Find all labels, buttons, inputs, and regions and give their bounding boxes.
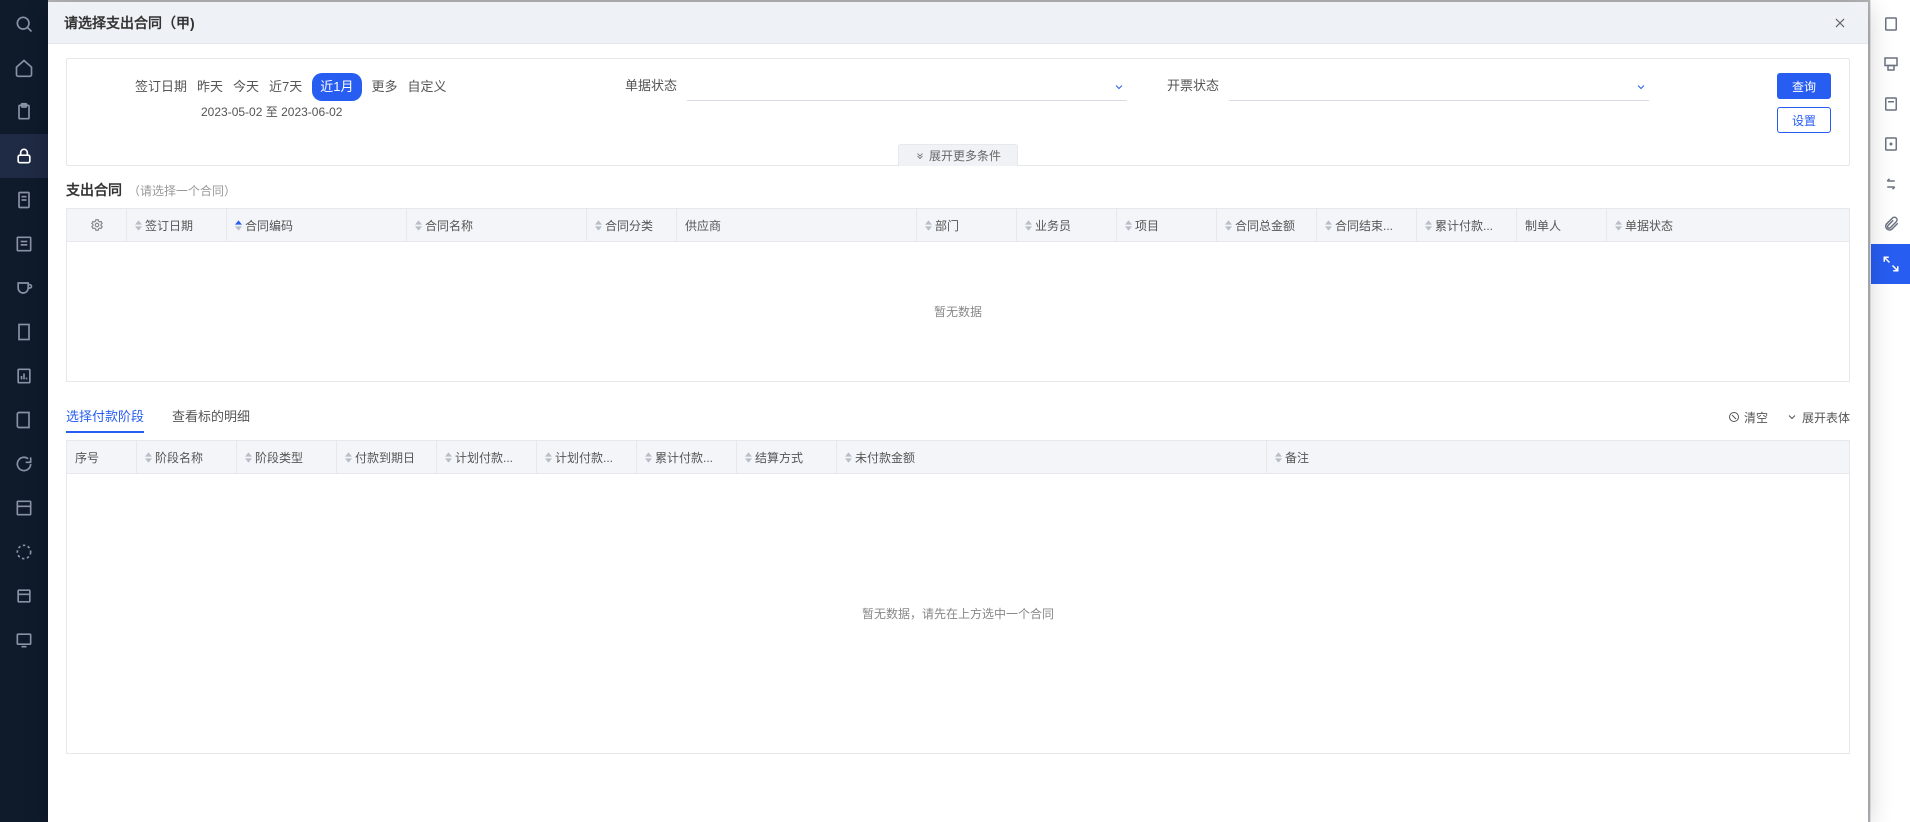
th-paid-total[interactable]: 累计付款... bbox=[1417, 209, 1517, 241]
contract-table: 签订日期 合同编码 合同名称 合同分类 供应商 部门 业务员 项目 合同总金额 … bbox=[66, 208, 1850, 382]
filter-invoice-label: 开票状态 bbox=[1167, 73, 1219, 99]
rail-switch-icon[interactable] bbox=[1871, 164, 1910, 204]
th-contract-name[interactable]: 合同名称 bbox=[407, 209, 587, 241]
detail-tabs-row: 选择付款阶段 查看标的明细 清空 展开表体 bbox=[66, 400, 1850, 434]
th2-index[interactable]: 序号 bbox=[67, 441, 137, 473]
section-title-text: 支出合同 bbox=[66, 180, 122, 200]
th-project[interactable]: 项目 bbox=[1117, 209, 1217, 241]
stage-table-empty: 暂无数据，请先在上方选中一个合同 bbox=[66, 474, 1850, 754]
sort-icon bbox=[135, 220, 142, 231]
status-select[interactable] bbox=[687, 73, 1127, 101]
close-icon bbox=[1833, 16, 1847, 30]
sidebar-list-icon[interactable] bbox=[0, 222, 48, 266]
contract-table-empty: 暂无数据 bbox=[66, 242, 1850, 382]
th2-plan-pay1[interactable]: 计划付款... bbox=[437, 441, 537, 473]
rail-import-icon[interactable] bbox=[1871, 44, 1910, 84]
th2-unpaid[interactable]: 未付款金额 bbox=[837, 441, 1267, 473]
filter-date-label: 签订日期 bbox=[135, 74, 187, 100]
sidebar-home-icon[interactable] bbox=[0, 46, 48, 90]
th2-stage-type[interactable]: 阶段类型 bbox=[237, 441, 337, 473]
sidebar-book-icon[interactable] bbox=[0, 398, 48, 442]
app-right-rail bbox=[1870, 0, 1910, 822]
date-quick-more[interactable]: 更多 bbox=[372, 74, 398, 100]
date-quick-yesterday[interactable]: 昨天 bbox=[197, 74, 223, 100]
sidebar-cup-icon[interactable] bbox=[0, 266, 48, 310]
modal-close-button[interactable] bbox=[1828, 11, 1852, 35]
invoice-select[interactable] bbox=[1229, 73, 1649, 101]
th2-settlement[interactable]: 结算方式 bbox=[737, 441, 837, 473]
sidebar-report-icon[interactable] bbox=[0, 354, 48, 398]
th2-plan-pay2[interactable]: 计划付款... bbox=[537, 441, 637, 473]
sidebar-lock-icon[interactable] bbox=[0, 134, 48, 178]
date-quick-1m[interactable]: 近1月 bbox=[312, 73, 361, 101]
sidebar-tv-icon[interactable] bbox=[0, 618, 48, 662]
sidebar-cycle-icon[interactable] bbox=[0, 530, 48, 574]
rail-rule-icon[interactable] bbox=[1871, 84, 1910, 124]
date-range-sep: 至 bbox=[266, 105, 278, 119]
sidebar-search-icon[interactable] bbox=[0, 2, 48, 46]
sidebar-refresh-icon[interactable] bbox=[0, 442, 48, 486]
date-range-to: 2023-06-02 bbox=[281, 105, 342, 119]
filter-panel: 签订日期 昨天 今天 近7天 近1月 更多 自定义 2023-05- bbox=[66, 58, 1850, 166]
double-chevron-down-icon bbox=[915, 151, 925, 161]
date-quick-custom[interactable]: 自定义 bbox=[408, 74, 447, 100]
app-left-sidebar bbox=[0, 0, 48, 822]
section-title-hint: （请选择一个合同） bbox=[128, 182, 236, 199]
th2-remark[interactable]: 备注 bbox=[1267, 441, 1849, 473]
sidebar-folder-icon[interactable] bbox=[0, 574, 48, 618]
rail-template-icon[interactable] bbox=[1871, 4, 1910, 44]
date-quick-7d[interactable]: 近7天 bbox=[269, 74, 302, 100]
sidebar-stats-icon[interactable] bbox=[0, 486, 48, 530]
tab-subject-detail[interactable]: 查看标的明细 bbox=[172, 400, 250, 433]
date-quick-picks: 昨天 今天 近7天 近1月 更多 自定义 bbox=[197, 73, 447, 101]
stage-table-head: 序号 阶段名称 阶段类型 付款到期日 计划付款... 计划付款... 累计付款.… bbox=[66, 440, 1850, 474]
th2-stage-name[interactable]: 阶段名称 bbox=[137, 441, 237, 473]
th-department[interactable]: 部门 bbox=[917, 209, 1017, 241]
th-creator[interactable]: 制单人 bbox=[1517, 209, 1607, 241]
expand-more-filters[interactable]: 展开更多条件 bbox=[898, 144, 1018, 166]
th2-paid-total[interactable]: 累计付款... bbox=[637, 441, 737, 473]
th-doc-status[interactable]: 单据状态 bbox=[1607, 209, 1849, 241]
th-supplier[interactable]: 供应商 bbox=[677, 209, 917, 241]
date-range-from: 2023-05-02 bbox=[201, 105, 262, 119]
column-settings[interactable] bbox=[67, 209, 127, 241]
rail-more-icon[interactable] bbox=[1871, 124, 1910, 164]
gear-icon bbox=[90, 218, 104, 232]
query-button[interactable]: 查询 bbox=[1777, 73, 1831, 99]
th2-due-date[interactable]: 付款到期日 bbox=[337, 441, 437, 473]
modal-header: 请选择支出合同（甲) bbox=[48, 2, 1868, 44]
date-quick-today[interactable]: 今天 bbox=[233, 74, 259, 100]
th-total-amount[interactable]: 合同总金额 bbox=[1217, 209, 1317, 241]
chevron-down-icon bbox=[1786, 411, 1798, 423]
clear-button[interactable]: 清空 bbox=[1728, 409, 1768, 426]
expand-more-label: 展开更多条件 bbox=[929, 147, 1001, 164]
sort-icon bbox=[235, 220, 242, 231]
contract-section-title: 支出合同 （请选择一个合同） bbox=[66, 180, 1850, 200]
contract-table-head: 签订日期 合同编码 合同名称 合同分类 供应商 部门 业务员 项目 合同总金额 … bbox=[66, 208, 1850, 242]
th-sign-date[interactable]: 签订日期 bbox=[127, 209, 227, 241]
expand-body-button[interactable]: 展开表体 bbox=[1786, 409, 1850, 426]
date-range-display: 2023-05-02 至 2023-06-02 bbox=[201, 103, 447, 120]
sidebar-clipboard-icon[interactable] bbox=[0, 90, 48, 134]
tab-payment-stage[interactable]: 选择付款阶段 bbox=[66, 400, 144, 433]
clear-icon bbox=[1728, 411, 1740, 423]
sidebar-doc-icon[interactable] bbox=[0, 178, 48, 222]
th-salesman[interactable]: 业务员 bbox=[1017, 209, 1117, 241]
select-contract-modal: 请选择支出合同（甲) 签订日期 昨天 今天 近7天 bbox=[48, 2, 1868, 822]
rail-expand-icon[interactable] bbox=[1871, 244, 1910, 284]
th-end-date[interactable]: 合同结束... bbox=[1317, 209, 1417, 241]
chevron-down-icon bbox=[1635, 81, 1647, 93]
modal-title: 请选择支出合同（甲) bbox=[64, 13, 195, 33]
stage-table: 序号 阶段名称 阶段类型 付款到期日 计划付款... 计划付款... 累计付款.… bbox=[66, 440, 1850, 754]
th-contract-code[interactable]: 合同编码 bbox=[227, 209, 407, 241]
sidebar-building-icon[interactable] bbox=[0, 310, 48, 354]
chevron-down-icon bbox=[1113, 81, 1125, 93]
settings-button[interactable]: 设置 bbox=[1777, 107, 1831, 133]
th-contract-category[interactable]: 合同分类 bbox=[587, 209, 677, 241]
filter-status-label: 单据状态 bbox=[625, 73, 677, 99]
rail-attachment-icon[interactable] bbox=[1871, 204, 1910, 244]
